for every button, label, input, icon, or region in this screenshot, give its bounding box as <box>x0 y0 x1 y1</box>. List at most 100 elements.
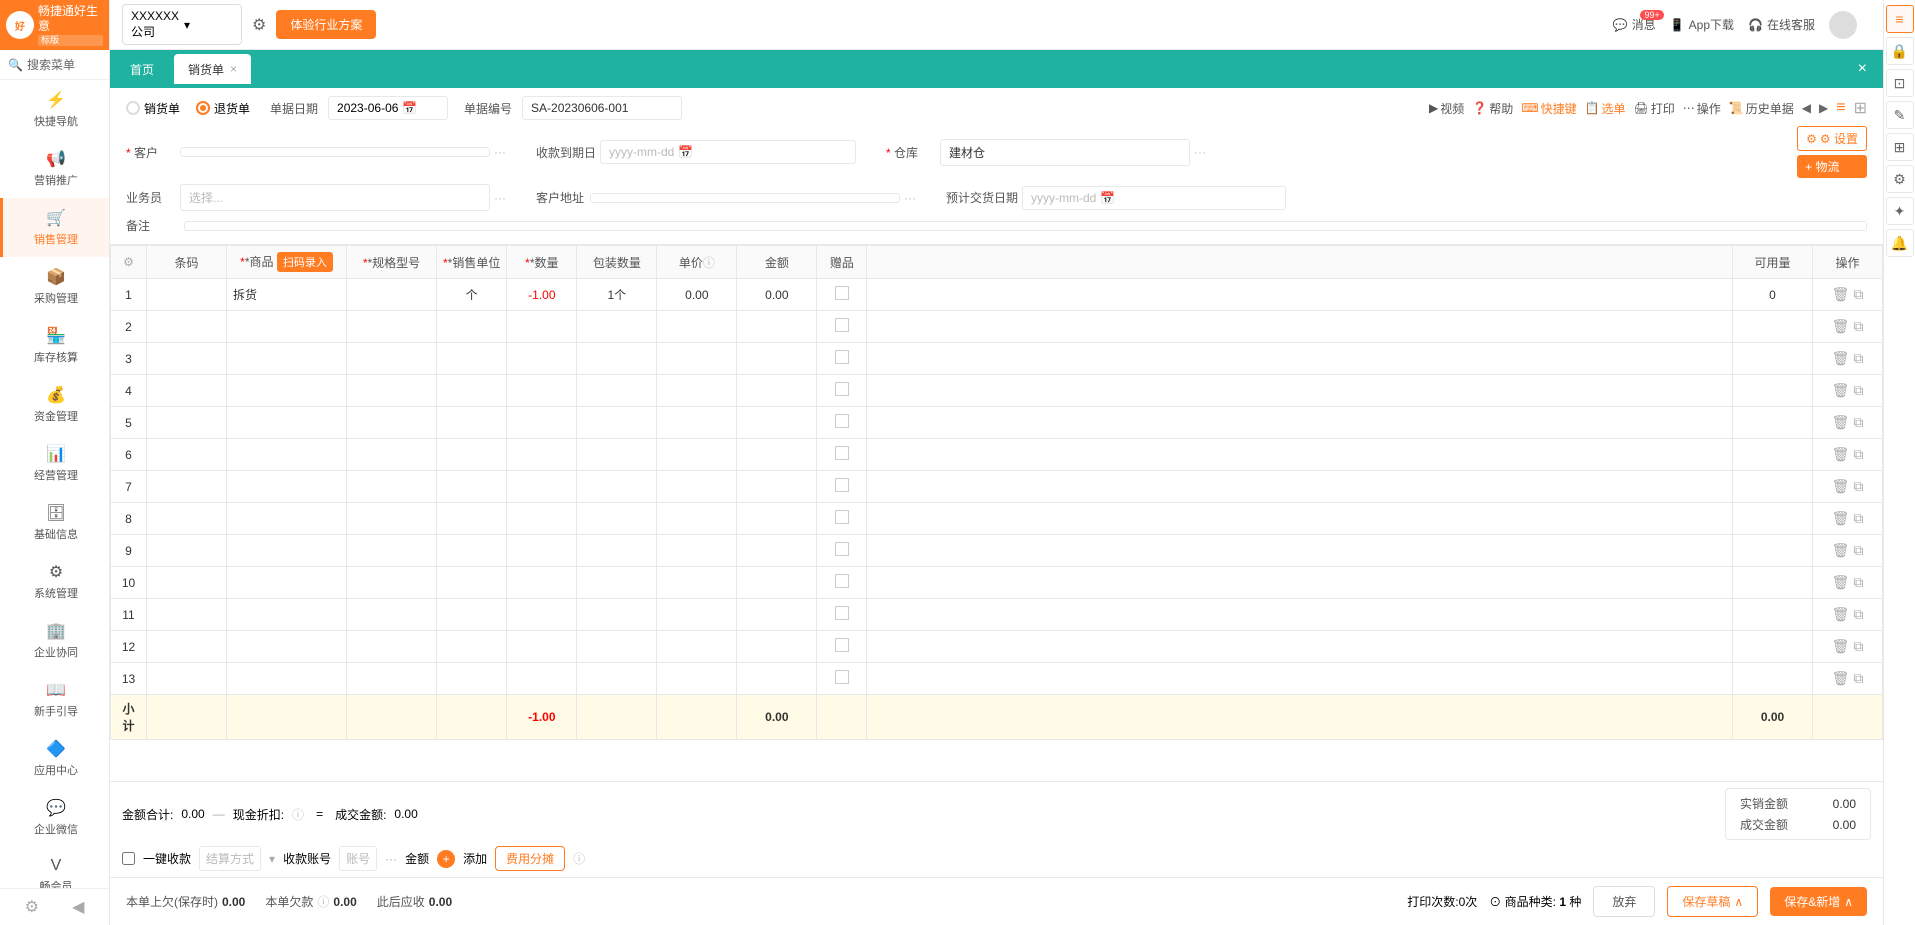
return-order-radio[interactable]: 退货单 <box>196 100 250 117</box>
nav-prev-icon[interactable]: ◀ <box>1802 101 1811 115</box>
row-pkgqty-3[interactable] <box>577 375 657 407</box>
row-pkgqty-0[interactable]: 1个 <box>577 279 657 311</box>
save-new-button[interactable]: 保存&新增 ∧ <box>1770 887 1867 916</box>
right-panel-btn-6[interactable]: ✦ <box>1886 197 1914 225</box>
row-pkgqty-12[interactable] <box>577 663 657 695</box>
row-barcode-1[interactable] <box>147 311 227 343</box>
row-remark-4[interactable] <box>867 407 1733 439</box>
addr-dots[interactable]: ··· <box>904 191 916 205</box>
row-amount-12[interactable] <box>737 663 817 695</box>
row-unit-5[interactable] <box>437 439 507 471</box>
row-amount-10[interactable] <box>737 599 817 631</box>
row-unit-1[interactable] <box>437 311 507 343</box>
grid-view-icon[interactable]: ⊞ <box>1854 98 1867 118</box>
avatar[interactable] <box>1829 11 1857 39</box>
gift-checkbox-12[interactable] <box>835 670 849 684</box>
sidebar-item-3[interactable]: 📦采购管理 <box>0 257 109 316</box>
row-barcode-0[interactable] <box>147 279 227 311</box>
row-qty-7[interactable] <box>507 503 577 535</box>
row-barcode-8[interactable] <box>147 535 227 567</box>
salesperson-input[interactable]: 选择... <box>180 184 490 211</box>
row-pkgqty-8[interactable] <box>577 535 657 567</box>
history-btn[interactable]: 📜 历史单据 <box>1729 100 1794 117</box>
right-panel-btn-3[interactable]: ✎ <box>1886 101 1914 129</box>
sidebar-item-6[interactable]: 📊经营管理 <box>0 434 109 493</box>
gift-checkbox-1[interactable] <box>835 318 849 332</box>
row-remark-1[interactable] <box>867 311 1733 343</box>
copy-icon-7[interactable]: ⧉ <box>1853 510 1863 527</box>
sidebar-item-9[interactable]: 🏢企业协同 <box>0 611 109 670</box>
row-barcode-12[interactable] <box>147 663 227 695</box>
sales-order-radio[interactable]: 销货单 <box>126 100 180 117</box>
copy-icon-2[interactable]: ⧉ <box>1853 350 1863 367</box>
row-gift-5[interactable] <box>817 439 867 471</box>
tab-sales-order[interactable]: 销货单 × <box>174 54 251 84</box>
row-price-3[interactable] <box>657 375 737 407</box>
row-amount-5[interactable] <box>737 439 817 471</box>
payment-account-select[interactable]: 账号 <box>339 846 377 871</box>
company-select[interactable]: XXXXXX公司 ▾ <box>122 4 242 45</box>
row-amount-11[interactable] <box>737 631 817 663</box>
row-barcode-6[interactable] <box>147 471 227 503</box>
row-product-6[interactable] <box>227 471 347 503</box>
due-date-field[interactable]: yyyy-mm-dd 📅 <box>600 140 856 164</box>
gift-checkbox-2[interactable] <box>835 350 849 364</box>
row-amount-1[interactable] <box>737 311 817 343</box>
gift-checkbox-6[interactable] <box>835 478 849 492</box>
row-remark-0[interactable] <box>867 279 1733 311</box>
right-panel-btn-2[interactable]: ⊡ <box>1886 69 1914 97</box>
row-spec-12[interactable] <box>347 663 437 695</box>
row-qty-1[interactable] <box>507 311 577 343</box>
delete-icon-6[interactable]: 🗑 <box>1832 478 1850 495</box>
row-unit-8[interactable] <box>437 535 507 567</box>
row-price-4[interactable] <box>657 407 737 439</box>
salesperson-dots[interactable]: ··· <box>494 191 506 205</box>
sidebar-item-10[interactable]: 📖新手引导 <box>0 670 109 729</box>
one-click-pay-checkbox[interactable] <box>122 852 135 865</box>
row-product-11[interactable] <box>227 631 347 663</box>
row-barcode-4[interactable] <box>147 407 227 439</box>
row-amount-7[interactable] <box>737 503 817 535</box>
row-price-2[interactable] <box>657 343 737 375</box>
product-type-icon[interactable]: ⊙ <box>1489 895 1501 909</box>
right-panel-btn-5[interactable]: ⚙ <box>1886 165 1914 193</box>
note-input[interactable] <box>184 221 1867 231</box>
row-gift-7[interactable] <box>817 503 867 535</box>
row-pkgqty-6[interactable] <box>577 471 657 503</box>
row-price-11[interactable] <box>657 631 737 663</box>
row-spec-3[interactable] <box>347 375 437 407</box>
delete-icon-9[interactable]: 🗑 <box>1832 574 1850 591</box>
row-product-0[interactable]: 拆货 <box>227 279 347 311</box>
warehouse-dots[interactable]: ··· <box>1194 145 1206 159</box>
row-unit-0[interactable]: 个 <box>437 279 507 311</box>
copy-icon-9[interactable]: ⧉ <box>1853 574 1863 591</box>
right-panel-btn-4[interactable]: ⊞ <box>1886 133 1914 161</box>
copy-icon-3[interactable]: ⧉ <box>1853 382 1863 399</box>
row-barcode-2[interactable] <box>147 343 227 375</box>
print-btn[interactable]: 🖨 打印 <box>1634 100 1675 117</box>
copy-icon-8[interactable]: ⧉ <box>1853 542 1863 559</box>
gift-checkbox-7[interactable] <box>835 510 849 524</box>
row-barcode-3[interactable] <box>147 375 227 407</box>
row-qty-11[interactable] <box>507 631 577 663</box>
payment-method-select[interactable]: 结算方式 <box>199 846 261 871</box>
row-unit-7[interactable] <box>437 503 507 535</box>
owing2-info-icon[interactable]: ⓘ <box>317 893 329 910</box>
row-spec-5[interactable] <box>347 439 437 471</box>
row-gift-0[interactable] <box>817 279 867 311</box>
tab-close-icon[interactable]: × <box>230 62 237 76</box>
row-price-12[interactable] <box>657 663 737 695</box>
sidebar-search[interactable]: 🔍 搜索菜单 <box>0 50 109 80</box>
settings-icon[interactable]: ⚙ <box>252 15 266 35</box>
row-amount-8[interactable] <box>737 535 817 567</box>
table-gear-icon[interactable]: ⚙ <box>123 255 134 269</box>
row-pkgqty-2[interactable] <box>577 343 657 375</box>
settings-button[interactable]: ⚙ ⚙ 设置 <box>1797 126 1867 151</box>
row-gift-8[interactable] <box>817 535 867 567</box>
delete-icon-4[interactable]: 🗑 <box>1832 414 1850 431</box>
right-panel-btn-1[interactable]: 🔒 <box>1886 37 1914 65</box>
row-gift-11[interactable] <box>817 631 867 663</box>
expected-delivery-field[interactable]: yyyy-mm-dd 📅 <box>1022 186 1286 210</box>
delete-icon-11[interactable]: 🗑 <box>1832 638 1850 655</box>
row-price-1[interactable] <box>657 311 737 343</box>
